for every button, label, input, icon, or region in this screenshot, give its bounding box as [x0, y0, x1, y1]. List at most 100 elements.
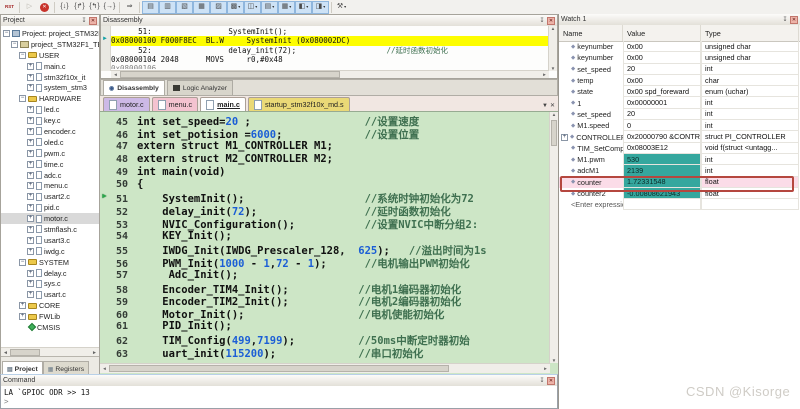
expander-icon[interactable]: + — [27, 270, 34, 277]
watch-column-value[interactable]: Value — [623, 25, 701, 41]
close-icon[interactable]: ✕ — [550, 102, 555, 109]
run-button[interactable]: ▷ — [22, 1, 37, 13]
watch-value-cell[interactable]: 1.72331548 — [623, 177, 701, 188]
watch-name-cell[interactable]: <Enter expression> — [559, 199, 623, 210]
watch-column-name[interactable]: Name — [559, 25, 623, 41]
close-icon[interactable]: ✕ — [547, 377, 555, 385]
expander-icon[interactable]: + — [27, 204, 34, 211]
serial-window-button[interactable]: ▤▾ — [261, 1, 278, 14]
expander-icon[interactable]: − — [11, 41, 18, 48]
pin-icon[interactable]: ↧ — [781, 16, 789, 24]
tree-item-delay-c[interactable]: +delay.c — [1, 268, 99, 279]
registers-window-button[interactable]: ▦ — [193, 1, 210, 14]
expander-icon[interactable]: + — [27, 182, 34, 189]
watch-value-cell[interactable]: 0x00 — [623, 75, 701, 86]
tab-logic-analyzer[interactable]: Logic Analyzer — [167, 80, 233, 95]
expander-icon[interactable]: + — [27, 63, 34, 70]
watch-name-cell[interactable]: ◆state — [559, 86, 623, 97]
symbol-window-button[interactable]: ▧ — [176, 1, 193, 14]
tree-item-usart3-c[interactable]: +usart3.c — [1, 235, 99, 246]
watch-type-cell[interactable]: int — [701, 109, 799, 120]
trace-window-button[interactable]: ◧▾ — [295, 1, 312, 14]
disassembly-line[interactable]: 52: delay_init(72); //延时函数初始化 — [111, 46, 549, 55]
watch-value-cell[interactable]: 0x00 spd_foreward — [623, 86, 701, 97]
call-stack-window-button[interactable]: ▨ — [210, 1, 227, 14]
editor-tab-motor-c[interactable]: motor.c — [103, 97, 150, 111]
command-window-button[interactable]: ▤ — [142, 1, 159, 14]
tree-item-pid-c[interactable]: +pid.c — [1, 202, 99, 213]
editor-tab-startup-stm32f10x-md-s[interactable]: startup_stm32f10x_md.s — [248, 97, 350, 111]
command-output[interactable]: LA `GPIOC ODR >> 13 > — [1, 386, 557, 408]
expander-icon[interactable]: + — [27, 150, 34, 157]
watch-value-cell[interactable]: 20 — [623, 64, 701, 75]
scroll-right-icon[interactable]: ► — [541, 366, 550, 371]
memory-window-button[interactable]: ◫▾ — [244, 1, 261, 14]
watch-value-cell[interactable]: 0x20000790 &CONTR... — [623, 131, 701, 142]
watch-row-counter[interactable]: ◆counter1.72331548float — [559, 177, 800, 188]
watch-value-cell[interactable]: 0x00000001 — [623, 97, 701, 108]
tree-item-stm32f10x-it[interactable]: +stm32f10x_it — [1, 72, 99, 83]
tab-disassembly[interactable]: ◉Disassembly — [103, 80, 165, 95]
watch-row-set-speed[interactable]: ◆set_speed20int — [559, 64, 800, 75]
code-line-55[interactable]: 55 IWDG_Init(IWDG_Prescaler_128, 625); /… — [100, 243, 550, 256]
toolbox-button[interactable]: ⚒▾ — [334, 1, 349, 13]
disassembly-line[interactable]: 0x08000100 F000F8EC BL.W SystemInit (0x0… — [111, 36, 549, 45]
watch-type-cell[interactable]: unsigned char — [701, 41, 799, 52]
watch-type-cell[interactable]: unsigned char — [701, 52, 799, 63]
tree-item-core[interactable]: +CORE — [1, 300, 99, 311]
disassembly-line[interactable]: 0x08000104 2048 MOVS r0,#0x48 — [111, 55, 549, 64]
watch-value-cell[interactable]: 20 — [623, 109, 701, 120]
reset-cpu-button[interactable]: RST — [2, 1, 17, 13]
tree-item-key-c[interactable]: +key.c — [1, 115, 99, 126]
expander-icon[interactable]: + — [27, 215, 34, 222]
scroll-left-icon[interactable]: ◄ — [100, 366, 109, 371]
expander-icon[interactable]: + — [27, 280, 34, 287]
code-line-45[interactable]: 45int set_speed=20 ; //设置速度 — [100, 114, 550, 127]
code-line-51[interactable]: 51 SystemInit(); //系统时钟初始化为72 — [100, 191, 550, 204]
watch-type-cell[interactable]: char — [701, 75, 799, 86]
pin-icon[interactable]: ↧ — [538, 377, 546, 385]
watch-window-button[interactable]: ▩▾ — [227, 1, 244, 14]
scroll-right-icon[interactable]: ► — [90, 350, 99, 356]
watch-row-m1-speed[interactable]: ◆M1.speed0int — [559, 120, 800, 131]
watch-value-cell[interactable] — [623, 199, 701, 210]
expander-icon[interactable]: + — [27, 161, 34, 168]
code-line-52[interactable]: 52 delay_init(72); //延时函数初始化 — [100, 204, 550, 217]
expander-icon[interactable]: + — [27, 117, 34, 124]
disassembly-vscrollbar[interactable]: ▲▼ — [548, 26, 557, 71]
watch-row-state[interactable]: ◆state0x00 spd_forewardenum (uchar) — [559, 86, 800, 97]
watch-name-cell[interactable]: ◆adcM1 — [559, 165, 623, 176]
editor-hscrollbar[interactable]: ◄ ► — [100, 363, 550, 373]
disassembly-hscrollbar[interactable]: ◄ ► — [111, 70, 549, 78]
expander-icon[interactable]: + — [19, 302, 26, 309]
watch-name-cell[interactable]: ◆counter2 — [559, 188, 623, 199]
tree-item-led-c[interactable]: +led.c — [1, 104, 99, 115]
editor-vscrollbar[interactable]: ▲▼ — [549, 112, 558, 363]
expander-icon[interactable]: + — [19, 313, 26, 320]
tree-item-time-c[interactable]: +time.c — [1, 159, 99, 170]
watch-row-m1-pwm[interactable]: ◆M1.pwm530int — [559, 154, 800, 165]
watch-name-cell[interactable]: ◆temp — [559, 75, 623, 86]
run-to-line-button[interactable]: {→} — [102, 1, 117, 13]
expander-icon[interactable]: + — [27, 128, 34, 135]
stop-button[interactable]: ✕ — [37, 1, 52, 13]
watch-value-cell[interactable]: 0 — [623, 120, 701, 131]
tree-item-system[interactable]: −SYSTEM — [1, 257, 99, 268]
scrollbar-thumb[interactable] — [551, 120, 557, 146]
expander-icon[interactable]: + — [27, 84, 34, 91]
watch-value-cell[interactable]: 0x08003E12 — [623, 143, 701, 154]
tree-item-cmsis[interactable]: CMSIS — [1, 322, 99, 333]
watch-type-cell[interactable]: struct PI_CONTROLLER — [701, 131, 799, 142]
tree-item-iwdg-c[interactable]: +iwdg.c — [1, 246, 99, 257]
watch-type-cell[interactable] — [701, 199, 799, 210]
watch-value-cell[interactable]: -0.00808621943 — [623, 188, 701, 199]
watch-name-cell[interactable]: ◆M1.pwm — [559, 154, 623, 165]
pin-icon[interactable]: ↧ — [80, 17, 88, 25]
expander-icon[interactable]: + — [27, 139, 34, 146]
scrollbar-thumb[interactable] — [10, 349, 40, 356]
code-line-47[interactable]: 47extern struct M1_CONTROLLER M1; — [100, 140, 550, 153]
tree-item-stmflash-c[interactable]: +stmflash.c — [1, 224, 99, 235]
expander-icon[interactable]: − — [19, 52, 26, 59]
watch-row-tim-setcomp[interactable]: ◆TIM_SetComp...0x08003E12void f(struct <… — [559, 143, 800, 154]
expander-icon[interactable]: + — [561, 134, 568, 141]
